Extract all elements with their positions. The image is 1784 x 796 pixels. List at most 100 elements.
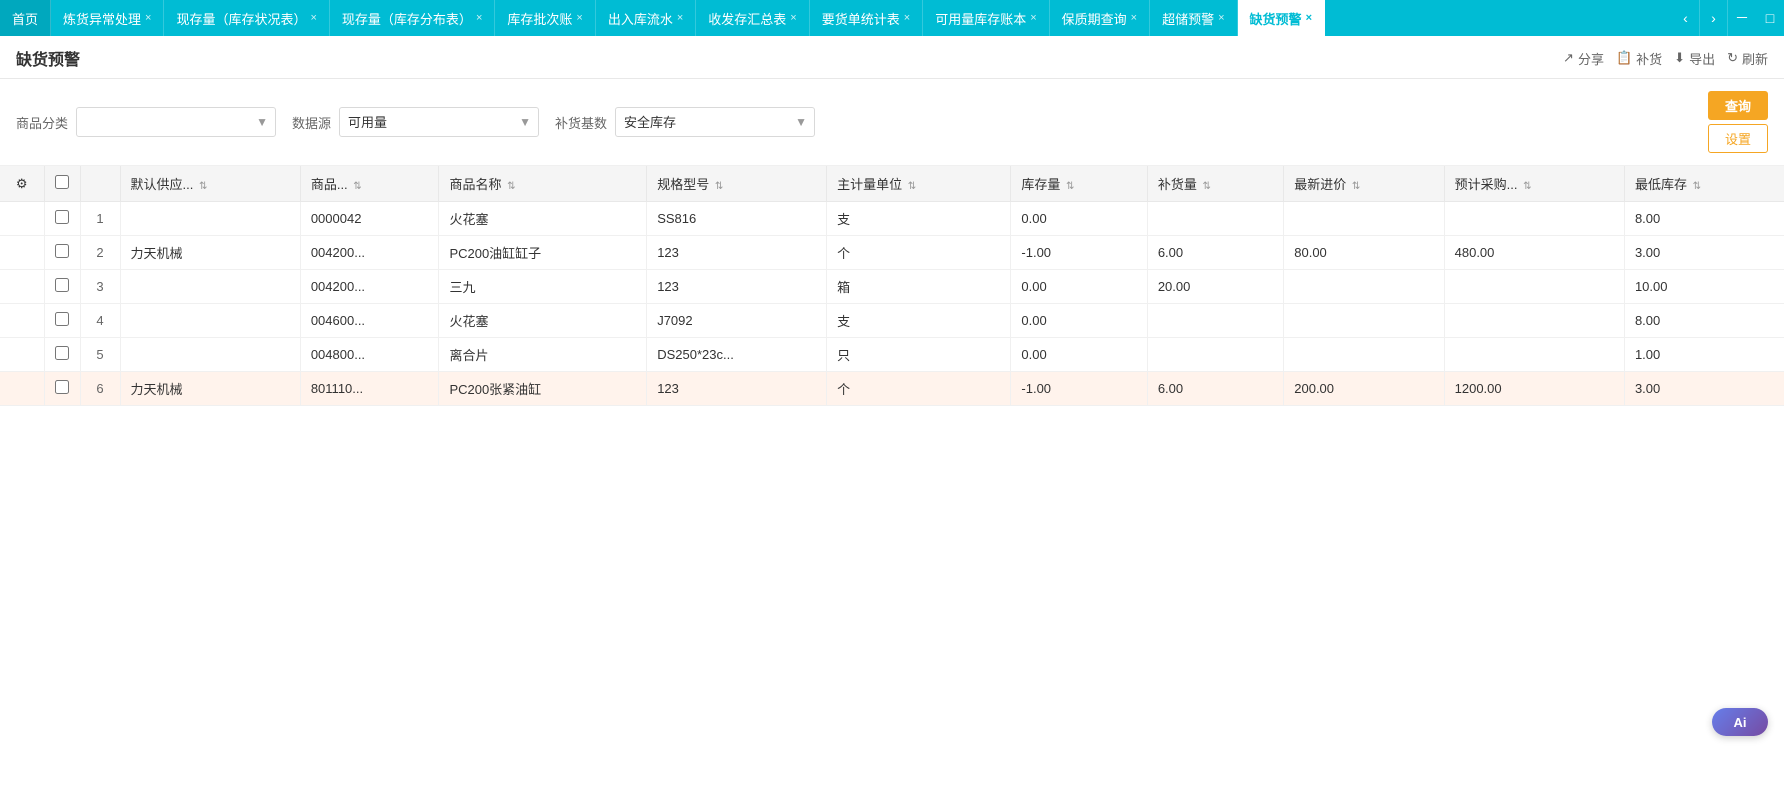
row-unit-cell: 个 [827, 372, 1011, 406]
select-all-checkbox[interactable] [55, 175, 69, 189]
col-header-stock[interactable]: 库存量 ⇅ [1011, 166, 1147, 202]
row-product-code-cell: 801110... [300, 372, 439, 406]
row-min-stock-cell: 8.00 [1624, 202, 1784, 236]
tab-shortage[interactable]: 缺货预警 × [1238, 0, 1325, 36]
row-checkbox[interactable] [55, 312, 69, 326]
row-settings-cell [0, 202, 44, 236]
sort-icon: ⇅ [908, 181, 916, 192]
tab-overstock[interactable]: 超储预警 × [1150, 0, 1237, 36]
close-icon[interactable]: × [790, 12, 796, 24]
close-icon[interactable]: × [1306, 12, 1312, 24]
row-product-name-cell: 三九 [439, 270, 647, 304]
col-header-num [80, 166, 120, 202]
row-product-code-cell: 004800... [300, 338, 439, 372]
row-spec-cell: J7092 [647, 304, 827, 338]
close-icon[interactable]: × [476, 12, 482, 24]
sort-icon: ⇅ [199, 181, 207, 192]
row-checkbox[interactable] [55, 244, 69, 258]
col-header-check [44, 166, 80, 202]
prev-tab-button[interactable]: ‹ [1672, 0, 1700, 36]
row-unit-cell: 只 [827, 338, 1011, 372]
col-header-min-stock[interactable]: 最低库存 ⇅ [1624, 166, 1784, 202]
close-icon[interactable]: × [310, 12, 316, 24]
row-checkbox[interactable] [55, 278, 69, 292]
col-header-replenish[interactable]: 补货量 ⇅ [1147, 166, 1283, 202]
row-product-name-cell: PC200油缸缸子 [439, 236, 647, 270]
row-latest-price-cell [1284, 338, 1444, 372]
row-supplier-cell: 力天机械 [120, 236, 300, 270]
row-num-cell: 2 [80, 236, 120, 270]
close-icon[interactable]: × [145, 12, 151, 24]
ai-label: Ai [1734, 715, 1747, 730]
query-button[interactable]: 查询 [1708, 91, 1768, 120]
row-est-purchase-cell: 480.00 [1444, 236, 1624, 270]
tab-inventory-dist[interactable]: 现存量（库存分布表） × [330, 0, 495, 36]
tab-home[interactable]: 首页 [0, 0, 51, 36]
close-icon[interactable]: × [677, 12, 683, 24]
tab-req-stat[interactable]: 要货单统计表 × [810, 0, 923, 36]
replenish-base-select[interactable]: 安全库存 [615, 107, 815, 137]
row-supplier-cell [120, 270, 300, 304]
row-est-purchase-cell [1444, 202, 1624, 236]
content-area: 缺货预警 ↗ 分享 📋 补货 ⬇ 导出 ↻ 刷新 商品分类 [0, 36, 1784, 796]
category-filter-group: 商品分类 ▼ [16, 107, 276, 137]
sort-icon: ⇅ [1523, 181, 1531, 192]
ai-assistant-button[interactable]: Ai [1712, 708, 1768, 736]
tab-inventory-status[interactable]: 现存量（库存状况表） × [164, 0, 329, 36]
close-icon[interactable]: × [576, 12, 582, 24]
row-product-code-cell: 0000042 [300, 202, 439, 236]
row-checkbox[interactable] [55, 346, 69, 360]
row-checkbox[interactable] [55, 210, 69, 224]
tab-home-label: 首页 [12, 9, 38, 28]
col-header-unit[interactable]: 主计量单位 ⇅ [827, 166, 1011, 202]
tab-batch-account-label: 库存批次账 [507, 9, 572, 28]
minimize-button[interactable]: － [1728, 0, 1756, 36]
tab-recv-summary[interactable]: 收发存汇总表 × [696, 0, 809, 36]
col-header-spec-label: 规格型号 [657, 177, 709, 192]
col-header-latest-price[interactable]: 最新进价 ⇅ [1284, 166, 1444, 202]
row-checkbox[interactable] [55, 380, 69, 394]
close-icon[interactable]: × [1030, 12, 1036, 24]
next-tab-button[interactable]: › [1700, 0, 1728, 36]
row-product-name-cell: PC200张紧油缸 [439, 372, 647, 406]
close-icon[interactable]: × [1218, 12, 1224, 24]
maximize-button[interactable]: □ [1756, 0, 1784, 36]
tab-req-stat-label: 要货单统计表 [822, 9, 900, 28]
col-header-supplier[interactable]: 默认供应... ⇅ [120, 166, 300, 202]
row-check-cell [44, 202, 80, 236]
col-header-est-purchase[interactable]: 预计采购... ⇅ [1444, 166, 1624, 202]
row-check-cell [44, 338, 80, 372]
replenish-button[interactable]: 📋 补货 [1616, 49, 1662, 68]
col-header-product-code[interactable]: 商品... ⇅ [300, 166, 439, 202]
tab-refine-abnormal[interactable]: 炼货异常处理 × [51, 0, 164, 36]
nav-bar: 首页 炼货异常处理 × 现存量（库存状况表） × 现存量（库存分布表） × 库存… [0, 0, 1784, 36]
datasource-select[interactable]: 可用量 [339, 107, 539, 137]
tab-expiry-query[interactable]: 保质期查询 × [1050, 0, 1150, 36]
page-header: 缺货预警 ↗ 分享 📋 补货 ⬇ 导出 ↻ 刷新 [0, 36, 1784, 79]
col-header-settings[interactable]: ⚙ [0, 166, 44, 202]
export-label: 导出 [1689, 49, 1715, 68]
row-num-cell: 5 [80, 338, 120, 372]
row-stock-cell: 0.00 [1011, 202, 1147, 236]
tab-batch-account[interactable]: 库存批次账 × [495, 0, 595, 36]
close-icon[interactable]: × [904, 12, 910, 24]
col-header-spec[interactable]: 规格型号 ⇅ [647, 166, 827, 202]
category-select[interactable] [76, 107, 276, 137]
settings-button[interactable]: 设置 [1708, 124, 1768, 153]
tab-in-out-flow[interactable]: 出入库流水 × [596, 0, 696, 36]
table-row: 1 0000042 火花塞 SS816 支 0.00 8.00 [0, 202, 1784, 236]
refresh-button[interactable]: ↻ 刷新 [1727, 49, 1768, 68]
close-icon[interactable]: × [1131, 12, 1137, 24]
row-check-cell [44, 304, 80, 338]
sort-icon: ⇅ [1693, 181, 1701, 192]
datasource-select-wrapper: 可用量 ▼ [339, 107, 539, 137]
tab-recv-summary-label: 收发存汇总表 [708, 9, 786, 28]
export-button[interactable]: ⬇ 导出 [1674, 49, 1715, 68]
col-header-product-name[interactable]: 商品名称 ⇅ [439, 166, 647, 202]
tab-avail-ledger[interactable]: 可用量库存账本 × [923, 0, 1049, 36]
tab-in-out-flow-label: 出入库流水 [608, 9, 673, 28]
col-header-stock-label: 库存量 [1021, 177, 1060, 192]
share-button[interactable]: ↗ 分享 [1563, 49, 1604, 68]
row-product-code-cell: 004200... [300, 236, 439, 270]
row-est-purchase-cell [1444, 338, 1624, 372]
